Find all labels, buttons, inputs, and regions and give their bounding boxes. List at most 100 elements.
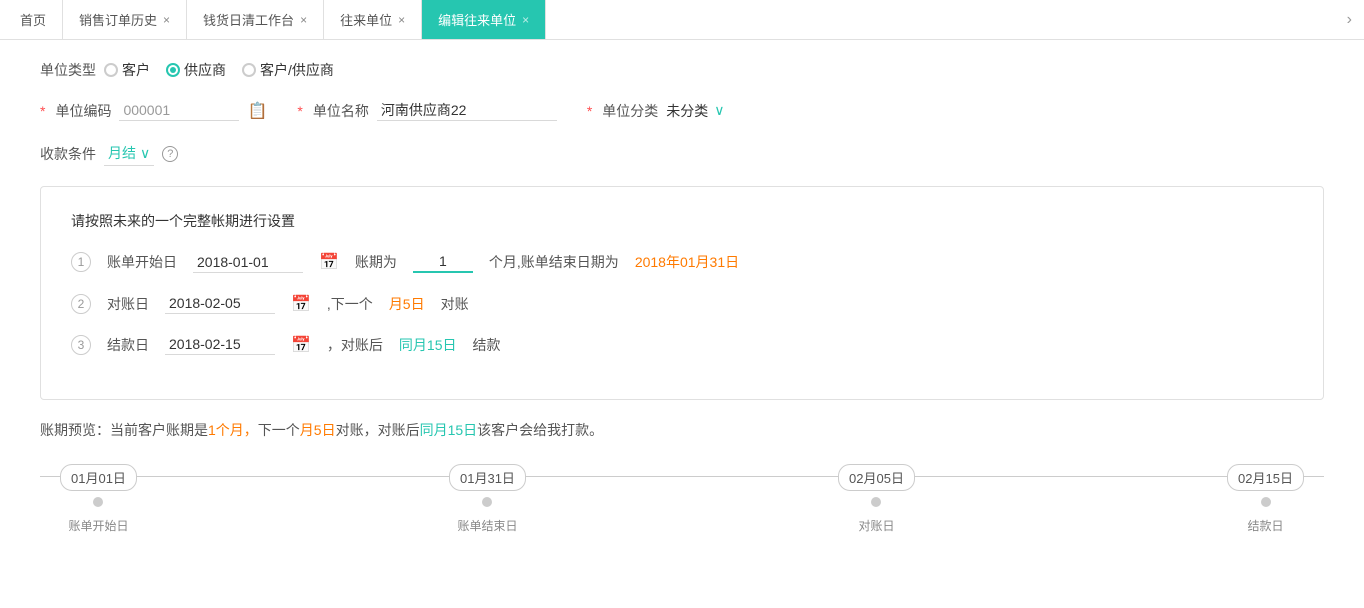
tab-sales-history-label: 销售订单历史: [79, 10, 157, 29]
timeline-chip-2: 02月05日: [838, 464, 915, 491]
radio-supplier-circle: [166, 63, 180, 77]
preview-prefix: 账期预览：当前客户账期是: [40, 422, 208, 438]
period-row-2: 2 对账日 📅 ,下一个月5日对账: [71, 293, 1293, 314]
tab-edit-partner-label: 编辑往来单位: [438, 10, 516, 29]
chevron-down-icon: ∨: [140, 145, 150, 162]
period-desc-2-prefix: ,下一个: [327, 294, 373, 314]
timeline-chip-3: 02月15日: [1227, 464, 1304, 491]
calendar-icon-2[interactable]: 📅: [291, 294, 311, 314]
timeline-dot-2: [871, 497, 881, 507]
period-end-date: 2018年01月31日: [635, 252, 739, 272]
radio-group: 客户 供应商 客户/供应商: [104, 60, 334, 80]
period-num-input[interactable]: [413, 251, 473, 273]
tab-cashier-label: 钱货日清工作台: [203, 10, 294, 29]
period-unit-1: 个月,账单结束日期为: [489, 252, 619, 272]
period-date-input-2[interactable]: [165, 293, 275, 314]
preview-suffix: 该客户会给我打款。: [477, 422, 603, 438]
payment-select[interactable]: 月结 ∨: [104, 141, 154, 166]
chevron-down-icon: ∨: [714, 102, 724, 119]
tab-partner-label: 往来单位: [340, 10, 392, 29]
required-star: *: [40, 103, 45, 119]
tab-partner[interactable]: 往来单位 ×: [324, 0, 422, 39]
period-date-input-1[interactable]: [193, 252, 303, 273]
unit-code-group: * 单位编码 📋: [40, 100, 267, 121]
timeline-point-2: 02月05日 对账日: [838, 464, 915, 534]
preview-mid1: 下一个: [258, 422, 300, 438]
timeline-point-0: 01月01日 账单开始日: [60, 464, 137, 534]
unit-type-label: 单位类型: [40, 60, 96, 80]
tab-home[interactable]: 首页: [0, 0, 63, 39]
radio-supplier-label: 供应商: [184, 60, 226, 80]
period-desc-2-suffix: 对账: [441, 294, 469, 314]
timeline-label-0: 账单开始日: [68, 517, 128, 534]
period-field-label-1: 账单开始日: [107, 252, 177, 272]
unit-category-group: * 单位分类 未分类 ∨: [587, 101, 725, 121]
timeline-dot-3: [1261, 497, 1271, 507]
required-star: *: [297, 103, 302, 119]
timeline-label-3: 结款日: [1248, 517, 1284, 534]
payment-row: 收款条件 月结 ∨ ?: [40, 141, 1324, 166]
timeline-label-1: 账单结束日: [457, 517, 517, 534]
unit-code-input[interactable]: [119, 100, 239, 121]
timeline-label-2: 对账日: [858, 517, 894, 534]
timeline-chip-1: 01月31日: [449, 464, 526, 491]
unit-code-label: 单位编码: [55, 101, 111, 121]
timeline-dot-0: [93, 497, 103, 507]
radio-both[interactable]: 客户/供应商: [242, 60, 334, 80]
help-icon[interactable]: ?: [162, 146, 178, 162]
calendar-icon-1[interactable]: 📅: [319, 252, 339, 272]
code-name-row: * 单位编码 📋 * 单位名称 * 单位分类 未分类 ∨: [40, 100, 1324, 121]
copy-icon[interactable]: 📋: [247, 101, 267, 121]
radio-supplier[interactable]: 供应商: [166, 60, 226, 80]
period-num-1: 1: [71, 252, 91, 272]
close-icon[interactable]: ×: [522, 13, 529, 27]
period-date-input-3[interactable]: [165, 334, 275, 355]
close-icon[interactable]: ×: [398, 13, 405, 27]
tab-more-button[interactable]: ›: [1335, 11, 1364, 29]
tabs-bar: 首页 销售订单历史 × 钱货日清工作台 × 往来单位 × 编辑往来单位 × ›: [0, 0, 1364, 40]
timeline-chip-0: 01月01日: [60, 464, 137, 491]
tab-sales-history[interactable]: 销售订单历史 ×: [63, 0, 187, 39]
calendar-icon-3[interactable]: 📅: [291, 335, 311, 355]
tab-cashier[interactable]: 钱货日清工作台 ×: [187, 0, 324, 39]
unit-category-label: 单位分类: [602, 101, 658, 121]
unit-name-group: * 单位名称: [297, 100, 556, 121]
main-content: 单位类型 客户 供应商 客户/供应商 * 单位编码: [0, 40, 1364, 608]
timeline-container: 01月01日 账单开始日 01月31日 账单结束日 02月05日 对账日 02月…: [40, 464, 1324, 534]
timeline-point-3: 02月15日 结款日: [1227, 464, 1304, 534]
radio-customer[interactable]: 客户: [104, 60, 150, 80]
unit-name-input[interactable]: [377, 100, 557, 121]
required-star: *: [587, 103, 592, 119]
period-label-1: 账期为: [355, 252, 397, 272]
period-num-3: 3: [71, 335, 91, 355]
period-desc-3-highlight: 同月15日: [399, 335, 457, 355]
period-row-3: 3 结款日 📅 ，对账后同月15日结款: [71, 334, 1293, 355]
unit-category-select[interactable]: 未分类 ∨: [666, 101, 724, 121]
preview-highlight2: 月5日: [300, 422, 336, 438]
unit-type-row: 单位类型 客户 供应商 客户/供应商: [40, 60, 1324, 80]
timeline-dot-1: [482, 497, 492, 507]
period-title: 请按照未来的一个完整帐期进行设置: [71, 211, 1293, 231]
payment-group: 收款条件 月结 ∨ ?: [40, 141, 178, 166]
radio-customer-label: 客户: [122, 60, 150, 80]
unit-name-label: 单位名称: [313, 101, 369, 121]
period-desc-3-prefix: ，对账后: [327, 335, 383, 355]
period-desc-2-highlight: 月5日: [389, 294, 425, 314]
unit-category-value: 未分类: [666, 101, 708, 121]
payment-value: 月结: [108, 143, 136, 163]
unit-type-group: 单位类型 客户 供应商 客户/供应商: [40, 60, 334, 80]
timeline-point-1: 01月31日 账单结束日: [449, 464, 526, 534]
payment-label: 收款条件: [40, 144, 96, 164]
preview-text: 账期预览：当前客户账期是1个月，下一个月5日对账，对账后同月15日该客户会给我打…: [40, 420, 1324, 440]
close-icon[interactable]: ×: [163, 13, 170, 27]
close-icon[interactable]: ×: [300, 13, 307, 27]
period-card: 请按照未来的一个完整帐期进行设置 1 账单开始日 📅 账期为 个月,账单结束日期…: [40, 186, 1324, 400]
period-num-2: 2: [71, 294, 91, 314]
tab-edit-partner[interactable]: 编辑往来单位 ×: [422, 0, 546, 39]
period-field-label-3: 结款日: [107, 335, 149, 355]
radio-both-circle: [242, 63, 256, 77]
timeline-points: 01月01日 账单开始日 01月31日 账单结束日 02月05日 对账日 02月…: [60, 464, 1304, 534]
preview-mid2: 对账，对账后: [336, 422, 420, 438]
period-desc-3-suffix: 结款: [473, 335, 501, 355]
preview-highlight1: 1个月，: [208, 422, 258, 438]
